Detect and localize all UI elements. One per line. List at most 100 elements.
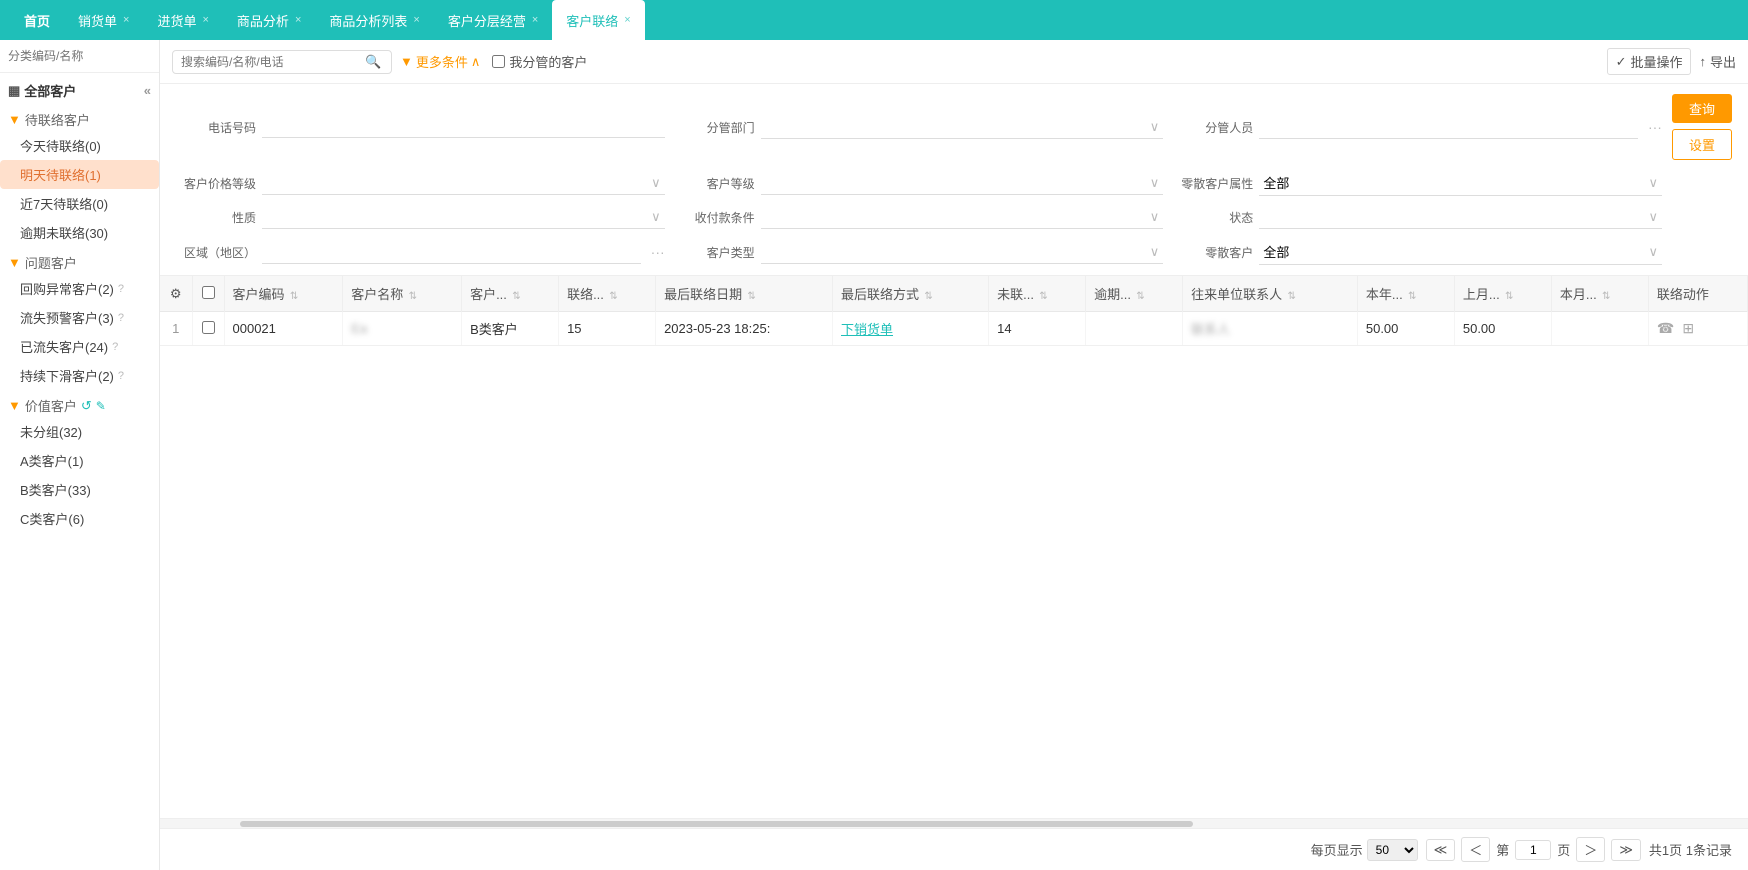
retail-attr-chevron-icon: ∨ xyxy=(1648,175,1658,191)
row-customer-type: B类客户 xyxy=(462,312,559,346)
region-input-area[interactable] xyxy=(262,240,641,264)
row-last-contact-method[interactable]: 下销货单 xyxy=(833,312,989,346)
group-problem-customers[interactable]: ▼ 问题客户 xyxy=(0,247,159,274)
customer-type-select[interactable]: ∨ xyxy=(761,241,1164,264)
first-page-btn[interactable]: ≪ xyxy=(1426,839,1456,861)
sort-name-icon: ⇅ xyxy=(409,291,417,302)
refresh-value-icon[interactable]: ↺ xyxy=(81,398,92,414)
nav-customer-tier[interactable]: 客户分层经营 × xyxy=(434,0,552,40)
row-checkbox[interactable] xyxy=(202,321,215,334)
phone-action-icon[interactable]: ☎ xyxy=(1657,320,1674,337)
edit-value-icon[interactable]: ✎ xyxy=(96,399,106,413)
sidebar-item-repurchase[interactable]: 回购异常客户(2) ? xyxy=(0,274,159,303)
filter-payment: 收付款条件 ∨ xyxy=(675,206,1164,229)
sort-overdue-icon: ⇅ xyxy=(1136,291,1144,302)
horizontal-scrollbar[interactable] xyxy=(160,818,1748,828)
sidebar-item-churned[interactable]: 已流失客户(24) ? xyxy=(0,332,159,361)
sidebar-search-input[interactable] xyxy=(8,49,160,63)
col-customer-code[interactable]: 客户编码 ⇅ xyxy=(224,276,343,312)
prev-page-btn[interactable]: ＜ xyxy=(1461,837,1490,862)
page-number-input[interactable] xyxy=(1515,840,1551,860)
close-customer-tier-icon[interactable]: × xyxy=(532,14,538,26)
sidebar-item-class-c[interactable]: C类客户(6) xyxy=(0,504,159,533)
grid-action-icon[interactable]: ⊞ xyxy=(1682,320,1694,337)
collapse-icon[interactable]: « xyxy=(144,83,151,98)
select-all-checkbox[interactable] xyxy=(202,286,215,299)
next-page-btn[interactable]: ＞ xyxy=(1576,837,1605,862)
col-customer-type[interactable]: 客户... ⇅ xyxy=(462,276,559,312)
search-bar-right: ✓ 批量操作 ↑ 导出 xyxy=(1607,48,1736,75)
person-input-area[interactable] xyxy=(1259,115,1638,139)
dept-select[interactable]: ∨ xyxy=(761,116,1164,139)
sidebar-item-class-a[interactable]: A类客户(1) xyxy=(0,446,159,475)
col-uncontacted[interactable]: 未联... ⇅ xyxy=(989,276,1086,312)
page-size-select[interactable]: 50 10 20 100 xyxy=(1367,839,1418,861)
sidebar-item-tomorrow[interactable]: 明天待联络(1) xyxy=(0,160,159,189)
col-unit-contact[interactable]: 往来单位联系人 ⇅ xyxy=(1183,276,1358,312)
nav-product-analysis-list[interactable]: 商品分析列表 × xyxy=(315,0,433,40)
export-button[interactable]: ↑ 导出 xyxy=(1699,52,1736,71)
row-last-contact-date: 2023-05-23 18:25: xyxy=(656,312,833,346)
price-grade-select[interactable]: ∨ xyxy=(262,172,665,195)
sidebar-item-class-b[interactable]: B类客户(33) xyxy=(0,475,159,504)
sidebar-item-churn-warning[interactable]: 流失预警客户(3) ? xyxy=(0,303,159,332)
close-product-analysis-icon[interactable]: × xyxy=(295,14,301,26)
retail-attr-select[interactable]: 全部 ∨ xyxy=(1259,170,1662,196)
sidebar-item-ungrouped[interactable]: 未分组(32) xyxy=(0,417,159,446)
row-last-month: 50.00 xyxy=(1454,312,1551,346)
nav-product-analysis[interactable]: 商品分析 × xyxy=(223,0,315,40)
sidebar-item-week[interactable]: 近7天待联络(0) xyxy=(0,189,159,218)
more-conditions-btn[interactable]: ▼ 更多条件 ∧ xyxy=(400,52,480,71)
help-icon-4: ? xyxy=(118,370,124,382)
col-this-year[interactable]: 本年... ⇅ xyxy=(1357,276,1454,312)
filter-price-grade: 客户价格等级 ∨ xyxy=(176,170,665,196)
col-settings[interactable]: ⚙ xyxy=(160,276,192,312)
total-records: 共1页 1条记录 xyxy=(1649,840,1732,859)
nature-select[interactable]: ∨ xyxy=(262,206,665,229)
close-purchase-icon[interactable]: × xyxy=(202,14,208,26)
close-sales-icon[interactable]: × xyxy=(123,14,129,26)
retail-customer-select[interactable]: 全部 ∨ xyxy=(1259,239,1662,265)
sort-uncontacted-icon: ⇅ xyxy=(1039,291,1047,302)
nav-home[interactable]: 首页 xyxy=(10,0,64,40)
sidebar-item-today[interactable]: 今天待联络(0) xyxy=(0,131,159,160)
person-dots-icon[interactable]: ··· xyxy=(1648,119,1662,135)
col-last-contact-date[interactable]: 最后联络日期 ⇅ xyxy=(656,276,833,312)
settings-button[interactable]: 设置 xyxy=(1672,129,1732,160)
nav-sales[interactable]: 销货单 × xyxy=(64,0,143,40)
col-last-month[interactable]: 上月... ⇅ xyxy=(1454,276,1551,312)
col-checkbox[interactable] xyxy=(192,276,224,312)
main-search-icon[interactable]: 🔍 xyxy=(365,54,381,70)
sidebar-item-overdue[interactable]: 逾期未联络(30) xyxy=(0,218,159,247)
last-page-btn[interactable]: ≫ xyxy=(1611,839,1641,861)
nav-purchase[interactable]: 进货单 × xyxy=(143,0,222,40)
phone-input[interactable] xyxy=(262,117,665,138)
col-customer-name[interactable]: 客户名称 ⇅ xyxy=(343,276,462,312)
table-body: 1 000021 Ea B类客户 xyxy=(160,312,1748,346)
payment-select[interactable]: ∨ xyxy=(761,206,1164,229)
col-contact-count[interactable]: 联络... ⇅ xyxy=(559,276,656,312)
close-customer-contact-icon[interactable]: × xyxy=(624,14,630,26)
status-select[interactable]: ∨ xyxy=(1259,206,1662,229)
col-this-month[interactable]: 本月... ⇅ xyxy=(1551,276,1648,312)
group-pending-contact[interactable]: ▼ 待联络客户 xyxy=(0,104,159,131)
sort-date-icon: ⇅ xyxy=(747,291,755,302)
query-button[interactable]: 查询 xyxy=(1672,94,1732,123)
my-customers-checkbox[interactable] xyxy=(492,55,505,68)
region-dots-icon[interactable]: ··· xyxy=(651,244,665,260)
customer-grade-select[interactable]: ∨ xyxy=(761,172,1164,195)
group-value-customers[interactable]: ▼ 价值客户 ↺ ✎ xyxy=(0,390,159,417)
nav-customer-contact[interactable]: 客户联络 × xyxy=(552,0,644,40)
close-product-analysis-list-icon[interactable]: × xyxy=(413,14,419,26)
my-customers-filter[interactable]: 我分管的客户 xyxy=(492,52,587,71)
col-last-contact-method[interactable]: 最后联络方式 ⇅ xyxy=(833,276,989,312)
batch-op-button[interactable]: ✓ 批量操作 xyxy=(1607,48,1692,75)
filter-action-col: 查询 设置 xyxy=(1672,94,1732,160)
row-checkbox-cell[interactable] xyxy=(192,312,224,346)
main-search-input[interactable] xyxy=(181,55,361,69)
all-customers-title[interactable]: ▦ 全部客户 « xyxy=(0,73,159,104)
sidebar-item-declining[interactable]: 持续下滑客户(2) ? xyxy=(0,361,159,390)
sidebar-search-bar[interactable]: 🔍 xyxy=(0,40,159,73)
search-input-wrap[interactable]: 🔍 xyxy=(172,50,392,74)
col-overdue[interactable]: 逾期... ⇅ xyxy=(1086,276,1183,312)
